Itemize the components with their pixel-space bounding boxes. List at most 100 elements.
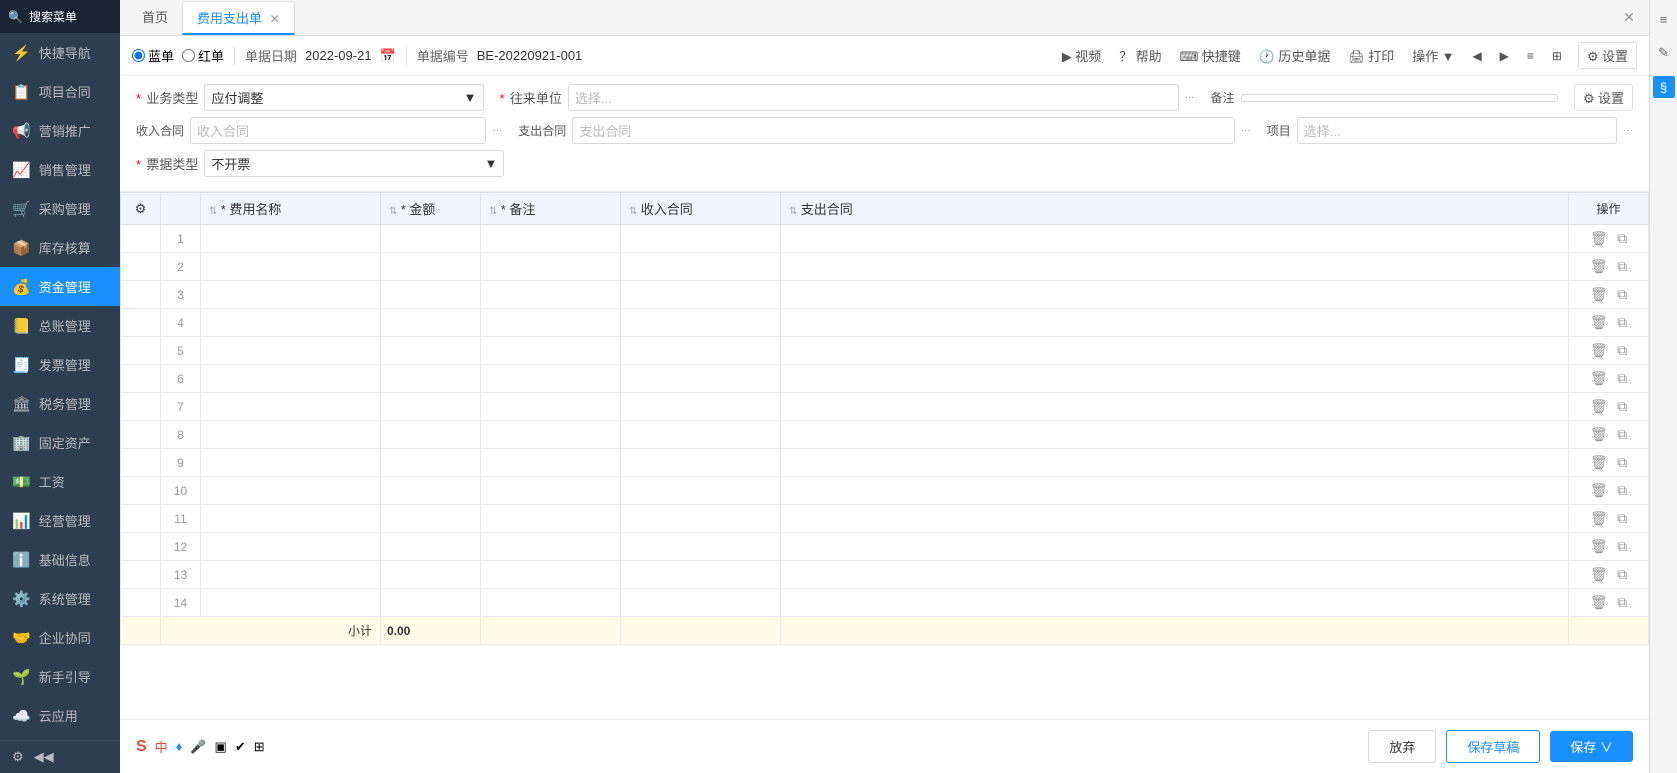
- right-bar-btn-2[interactable]: ✎: [1653, 42, 1675, 64]
- sidebar-item-marketing[interactable]: 📢营销推广: [0, 111, 120, 150]
- row-10-expense-name[interactable]: [201, 477, 381, 505]
- shortcut-btn[interactable]: ⌨ 快捷键: [1174, 44, 1247, 67]
- row-5-copy[interactable]: ⧉: [1614, 342, 1630, 359]
- row-14-expense-contract[interactable]: [781, 589, 1569, 617]
- row-1-expense-contract[interactable]: [781, 225, 1569, 253]
- sidebar-item-quick-nav[interactable]: ⚡快捷导航: [0, 33, 120, 72]
- row-2-delete[interactable]: 🗑: [1587, 258, 1611, 275]
- row-10-expense-contract[interactable]: [781, 477, 1569, 505]
- row-9-copy[interactable]: ⧉: [1614, 454, 1630, 471]
- sidebar-item-project-contract[interactable]: 📋项目合同: [0, 72, 120, 111]
- project-ellipsis[interactable]: ···: [1623, 125, 1633, 136]
- sidebar-item-tax[interactable]: 🏛税务管理: [0, 384, 120, 423]
- row-7-delete[interactable]: 🗑: [1587, 398, 1611, 415]
- row-7-income-contract[interactable]: [621, 393, 781, 421]
- footer-icon-mic[interactable]: 🎤: [190, 739, 206, 755]
- row-14-amount[interactable]: [381, 589, 481, 617]
- row-13-expense-contract[interactable]: [781, 561, 1569, 589]
- action-btn[interactable]: 操作 ▼: [1406, 44, 1460, 67]
- row-1-expense-name[interactable]: [201, 225, 381, 253]
- col-gear[interactable]: ⚙: [121, 193, 161, 225]
- row-5-expense-name[interactable]: [201, 337, 381, 365]
- col-expense-contract[interactable]: ⇅ 支出合同: [781, 193, 1569, 225]
- print-btn[interactable]: 🖨 打印: [1342, 44, 1400, 67]
- video-btn[interactable]: ▶ 视频: [1056, 44, 1107, 67]
- invoice-type-select[interactable]: 不开票 ▼: [204, 150, 504, 177]
- tab-expense-close[interactable]: ✕: [270, 12, 280, 26]
- tab-home[interactable]: 首页: [128, 1, 182, 34]
- row-6-note[interactable]: [481, 365, 621, 393]
- row-14-copy[interactable]: ⧉: [1614, 594, 1630, 611]
- counterparty-ellipsis[interactable]: ···: [1185, 92, 1195, 103]
- row-3-note[interactable]: [481, 281, 621, 309]
- row-13-amount[interactable]: [381, 561, 481, 589]
- row-4-expense-name[interactable]: [201, 309, 381, 337]
- sidebar-item-capital[interactable]: 💰资金管理: [0, 267, 120, 306]
- next-btn[interactable]: ▶: [1494, 47, 1515, 65]
- row-3-copy[interactable]: ⧉: [1614, 286, 1630, 303]
- sidebar-item-enterprise[interactable]: 🤝企业协同: [0, 618, 120, 657]
- sidebar-item-basic-info[interactable]: ℹ️基础信息: [0, 540, 120, 579]
- row-13-income-contract[interactable]: [621, 561, 781, 589]
- footer-icon-check[interactable]: ✔: [235, 739, 246, 755]
- row-3-amount[interactable]: [381, 281, 481, 309]
- history-btn[interactable]: 🕐 历史单据: [1253, 44, 1337, 67]
- row-2-note[interactable]: [481, 253, 621, 281]
- row-2-expense-contract[interactable]: [781, 253, 1569, 281]
- row-3-delete[interactable]: 🗑: [1587, 286, 1611, 303]
- row-12-amount[interactable]: [381, 533, 481, 561]
- row-11-note[interactable]: [481, 505, 621, 533]
- sidebar-item-fixed-assets[interactable]: 🏢固定资产: [0, 423, 120, 462]
- row-13-delete[interactable]: 🗑: [1587, 566, 1611, 583]
- row-11-expense-contract[interactable]: [781, 505, 1569, 533]
- row-10-delete[interactable]: 🗑: [1587, 482, 1611, 499]
- row-5-delete[interactable]: 🗑: [1587, 342, 1611, 359]
- row-2-expense-name[interactable]: [201, 253, 381, 281]
- help-btn[interactable]: ？ 帮助: [1113, 44, 1167, 67]
- row-8-expense-name[interactable]: [201, 421, 381, 449]
- row-4-income-contract[interactable]: [621, 309, 781, 337]
- counterparty-input[interactable]: 选择...: [568, 84, 1179, 111]
- footer-icon-zhong2[interactable]: 中: [155, 737, 168, 756]
- row-11-income-contract[interactable]: [621, 505, 781, 533]
- row-2-copy[interactable]: ⧉: [1614, 258, 1630, 275]
- row-12-note[interactable]: [481, 533, 621, 561]
- row-12-copy[interactable]: ⧉: [1614, 538, 1630, 555]
- row-10-amount[interactable]: [381, 477, 481, 505]
- sidebar-item-invoice[interactable]: 🧾发票管理: [0, 345, 120, 384]
- row-6-copy[interactable]: ⧉: [1614, 370, 1630, 387]
- sidebar-item-payroll[interactable]: 💵工资: [0, 462, 120, 501]
- row-13-expense-name[interactable]: [201, 561, 381, 589]
- row-6-expense-name[interactable]: [201, 365, 381, 393]
- blue-bill-option[interactable]: 蓝单: [132, 46, 174, 65]
- row-5-note[interactable]: [481, 337, 621, 365]
- sidebar-item-operations[interactable]: 📊经营管理: [0, 501, 120, 540]
- sidebar-item-cloud-apps[interactable]: ☁️云应用: [0, 696, 120, 735]
- row-6-delete[interactable]: 🗑: [1587, 370, 1611, 387]
- draft-btn[interactable]: 保存草稿: [1446, 730, 1540, 763]
- row-3-expense-contract[interactable]: [781, 281, 1569, 309]
- col-expense-name[interactable]: ⇅ * 费用名称: [201, 193, 381, 225]
- row-1-note[interactable]: [481, 225, 621, 253]
- row-5-income-contract[interactable]: [621, 337, 781, 365]
- row-11-delete[interactable]: 🗑: [1587, 510, 1611, 527]
- list-view-btn[interactable]: ≡: [1521, 47, 1540, 65]
- red-bill-option[interactable]: 红单: [182, 46, 224, 65]
- settings-icon[interactable]: ⚙: [12, 749, 24, 765]
- row-14-delete[interactable]: 🗑: [1587, 594, 1611, 611]
- row-12-delete[interactable]: 🗑: [1587, 538, 1611, 555]
- row-7-note[interactable]: [481, 393, 621, 421]
- row-6-expense-contract[interactable]: [781, 365, 1569, 393]
- discard-btn[interactable]: 放弃: [1368, 730, 1436, 763]
- col-note[interactable]: ⇅ * 备注: [481, 193, 621, 225]
- grid-view-btn[interactable]: ⊞: [1546, 47, 1568, 65]
- row-2-income-contract[interactable]: [621, 253, 781, 281]
- row-8-note[interactable]: [481, 421, 621, 449]
- row-11-expense-name[interactable]: [201, 505, 381, 533]
- sidebar-item-purchase[interactable]: 🛒采购管理: [0, 189, 120, 228]
- row-8-delete[interactable]: 🗑: [1587, 426, 1611, 443]
- form-settings-btn[interactable]: ⚙ 设置: [1574, 84, 1633, 111]
- row-9-amount[interactable]: [381, 449, 481, 477]
- row-9-note[interactable]: [481, 449, 621, 477]
- row-13-note[interactable]: [481, 561, 621, 589]
